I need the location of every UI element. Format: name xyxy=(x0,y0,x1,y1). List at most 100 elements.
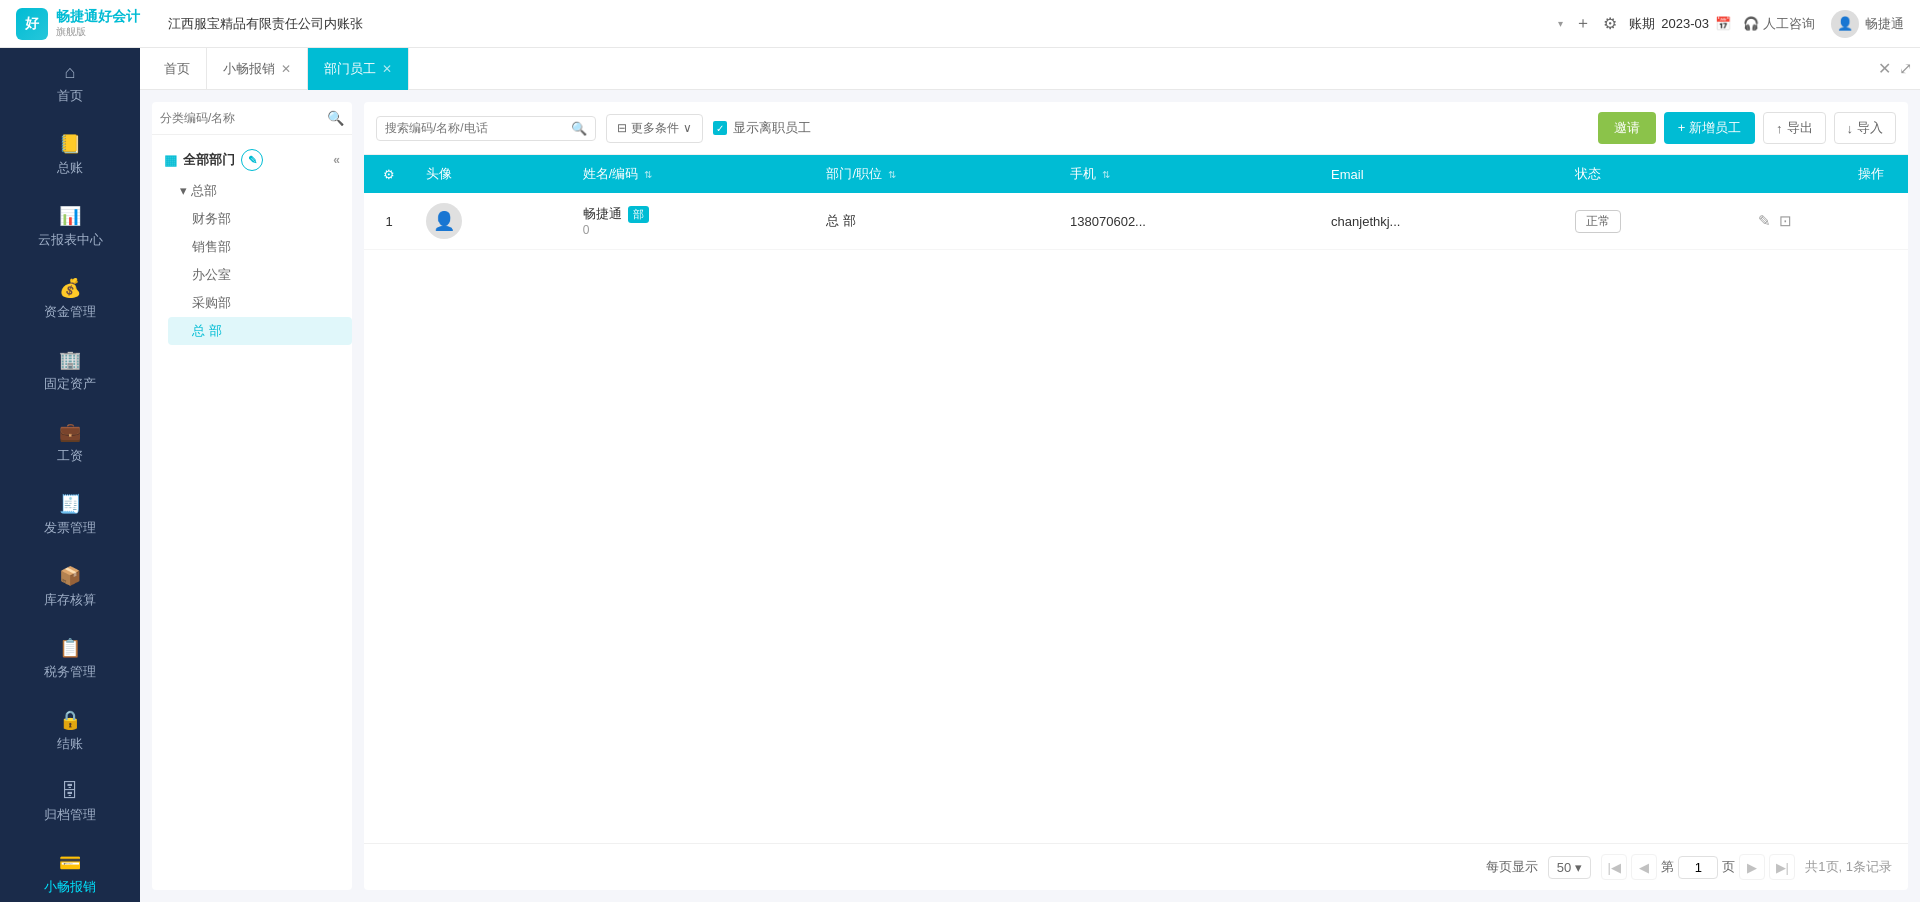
sort-mobile-icon: ⇅ xyxy=(1102,169,1110,180)
dept-item-purchase[interactable]: 采购部 xyxy=(168,289,352,317)
first-page-button[interactable]: |◀ xyxy=(1601,854,1627,880)
tabs-bar: 首页 小畅报销 ✕ 部门员工 ✕ ✕ ⤢ xyxy=(140,48,1920,90)
employee-search-box[interactable]: 🔍 xyxy=(376,116,596,141)
col-dept[interactable]: 部门/职位 ⇅ xyxy=(814,155,1058,193)
employee-panel: 🔍 ⊟ 更多条件 ∨ ✓ 显示离职员工 邀请 + 新增员工 xyxy=(364,102,1908,890)
add-employee-button[interactable]: + 新增员工 xyxy=(1664,112,1755,144)
row-name-code: 畅捷通 部 0 xyxy=(571,193,815,250)
funds-icon: 💰 xyxy=(59,277,81,299)
tab-expense[interactable]: 小畅报销 ✕ xyxy=(207,48,308,90)
row-email: chanjethkj... xyxy=(1319,193,1563,250)
sidebar-item-reports[interactable]: 📊 云报表中心 xyxy=(0,191,140,263)
edit-button[interactable]: ✎ xyxy=(1758,212,1771,230)
calendar-icon[interactable]: 📅 xyxy=(1715,16,1731,31)
page-navigation: |◀ ◀ 第 页 ▶ ▶| xyxy=(1601,854,1795,880)
import-button[interactable]: ↓ 导入 xyxy=(1834,112,1897,144)
tab-home[interactable]: 首页 xyxy=(148,48,207,90)
export-button[interactable]: ↑ 导出 xyxy=(1763,112,1826,144)
pagination-bar: 每页显示 50 ▾ |◀ ◀ 第 页 ▶ ▶| 共1页, 1条记录 xyxy=(364,843,1908,890)
employee-search-input[interactable] xyxy=(385,121,565,135)
per-page-chevron-icon: ▾ xyxy=(1575,860,1582,875)
top-header: 好 畅捷通好会计 旗舰版 江西服宝精品有限责任公司内账张 ▾ ＋ ⚙ 账期 20… xyxy=(0,0,1920,48)
tab-collapse-icon[interactable]: ✕ xyxy=(1878,59,1891,78)
ledger-icon: 📒 xyxy=(59,133,81,155)
filter-icon: ⊟ xyxy=(617,121,627,135)
main-layout: ⌂ 首页 📒 总账 📊 云报表中心 💰 资金管理 🏢 固定资产 💼 工资 🧾 发… xyxy=(0,48,1920,902)
per-page-select[interactable]: 50 ▾ xyxy=(1548,856,1591,879)
sidebar-item-inventory[interactable]: 📦 库存核算 xyxy=(0,551,140,623)
grid-icon: ▦ xyxy=(164,152,177,168)
sidebar-item-close[interactable]: 🔒 结账 xyxy=(0,695,140,767)
dept-item-sales[interactable]: 销售部 xyxy=(168,233,352,261)
next-page-button[interactable]: ▶ xyxy=(1739,854,1765,880)
avatar-icon: 👤 xyxy=(1837,16,1853,31)
page-content: 🔍 ▦ 全部部门 ✎ « ▾ 总部 财务部 销售部 办公室 采购部 xyxy=(140,90,1920,902)
tab-department-close-icon[interactable]: ✕ xyxy=(382,62,392,76)
sidebar-item-funds[interactable]: 💰 资金管理 xyxy=(0,263,140,335)
employee-table: ⚙ 头像 姓名/编码 ⇅ 部门/职位 ⇅ xyxy=(364,155,1908,250)
home-icon: ⌂ xyxy=(65,62,76,83)
last-page-button[interactable]: ▶| xyxy=(1769,854,1795,880)
col-name-code[interactable]: 姓名/编码 ⇅ xyxy=(571,155,815,193)
col-settings[interactable]: ⚙ xyxy=(364,155,414,193)
dept-edit-button[interactable]: ✎ xyxy=(241,149,263,171)
dept-item-headquarters[interactable]: ▾ 总部 xyxy=(168,177,352,205)
reports-icon: 📊 xyxy=(59,205,81,227)
company-dropdown-icon[interactable]: ▾ xyxy=(1558,18,1563,29)
company-name: 江西服宝精品有限责任公司内账张 xyxy=(168,15,1546,33)
tab-expand-icon[interactable]: ⤢ xyxy=(1899,59,1912,78)
dept-search-bar: 🔍 xyxy=(152,102,352,135)
sidebar-item-ledger[interactable]: 📒 总账 xyxy=(0,119,140,191)
invite-button[interactable]: 邀请 xyxy=(1598,112,1656,144)
tab-expense-close-icon[interactable]: ✕ xyxy=(281,62,291,76)
support-button[interactable]: 🎧 人工咨询 xyxy=(1743,15,1815,33)
row-dept: 总 部 xyxy=(814,193,1058,250)
sidebar-item-assets[interactable]: 🏢 固定资产 xyxy=(0,335,140,407)
all-dept-header[interactable]: ▦ 全部部门 ✎ « xyxy=(152,143,352,177)
avatar-person-icon: 👤 xyxy=(433,210,455,232)
payroll-icon: 💼 xyxy=(59,421,81,443)
tab-department[interactable]: 部门员工 ✕ xyxy=(308,48,409,90)
inventory-icon: 📦 xyxy=(59,565,81,587)
user-area[interactable]: 👤 畅捷通 xyxy=(1831,10,1904,38)
employee-table-body: 1 👤 畅捷通 部 xyxy=(364,193,1908,250)
logout-button[interactable]: ⊡ xyxy=(1779,212,1792,230)
sidebar-item-payroll[interactable]: 💼 工资 xyxy=(0,407,140,479)
prev-page-button[interactable]: ◀ xyxy=(1631,854,1657,880)
dept-item-finance[interactable]: 财务部 xyxy=(168,205,352,233)
sort-dept-icon: ⇅ xyxy=(888,169,896,180)
sidebar-item-invoice[interactable]: 🧾 发票管理 xyxy=(0,479,140,551)
close-period-icon: 🔒 xyxy=(59,709,81,731)
sidebar-item-tax[interactable]: 📋 税务管理 xyxy=(0,623,140,695)
sidebar-item-home[interactable]: ⌂ 首页 xyxy=(0,48,140,119)
show-resigned-checkbox[interactable]: ✓ xyxy=(713,121,727,135)
invoice-icon: 🧾 xyxy=(59,493,81,515)
dept-group-headquarters: ▾ 总部 财务部 销售部 办公室 采购部 总 部 xyxy=(152,177,352,345)
sidebar-item-expense[interactable]: 💳 小畅报销 xyxy=(0,838,140,902)
show-resigned-toggle[interactable]: ✓ 显示离职员工 xyxy=(713,119,811,137)
logo-icon: 好 xyxy=(16,8,48,40)
employee-table-container: ⚙ 头像 姓名/编码 ⇅ 部门/职位 ⇅ xyxy=(364,155,1908,843)
dept-item-general[interactable]: 总 部 xyxy=(168,317,352,345)
dept-collapse-icon[interactable]: « xyxy=(333,153,340,167)
employee-toolbar: 🔍 ⊟ 更多条件 ∨ ✓ 显示离职员工 邀请 + 新增员工 xyxy=(364,102,1908,155)
sort-name-icon: ⇅ xyxy=(644,169,652,180)
row-actions: ✎ ⊡ xyxy=(1746,193,1908,250)
account-period: 账期 2023-03 📅 xyxy=(1629,15,1731,33)
sidebar-item-archive[interactable]: 🗄 归档管理 xyxy=(0,767,140,838)
dept-search-icon: 🔍 xyxy=(327,110,344,126)
header-right: 🎧 人工咨询 👤 畅捷通 xyxy=(1743,10,1904,38)
import-icon: ↓ xyxy=(1847,121,1854,136)
row-avatar: 👤 xyxy=(414,193,571,250)
add-company-icon[interactable]: ＋ xyxy=(1575,13,1591,34)
tab-actions: ✕ ⤢ xyxy=(1878,59,1912,78)
dept-search-input[interactable] xyxy=(160,111,327,125)
settings-icon[interactable]: ⚙ xyxy=(1603,14,1617,33)
page-number-input[interactable] xyxy=(1678,856,1718,879)
dept-item-office[interactable]: 办公室 xyxy=(168,261,352,289)
col-mobile[interactable]: 手机 ⇅ xyxy=(1058,155,1319,193)
col-email: Email xyxy=(1319,155,1563,193)
logo-area: 好 畅捷通好会计 旗舰版 xyxy=(16,8,156,40)
toolbar-right: 邀请 + 新增员工 ↑ 导出 ↓ 导入 xyxy=(1598,112,1896,144)
filter-button[interactable]: ⊟ 更多条件 ∨ xyxy=(606,114,703,143)
